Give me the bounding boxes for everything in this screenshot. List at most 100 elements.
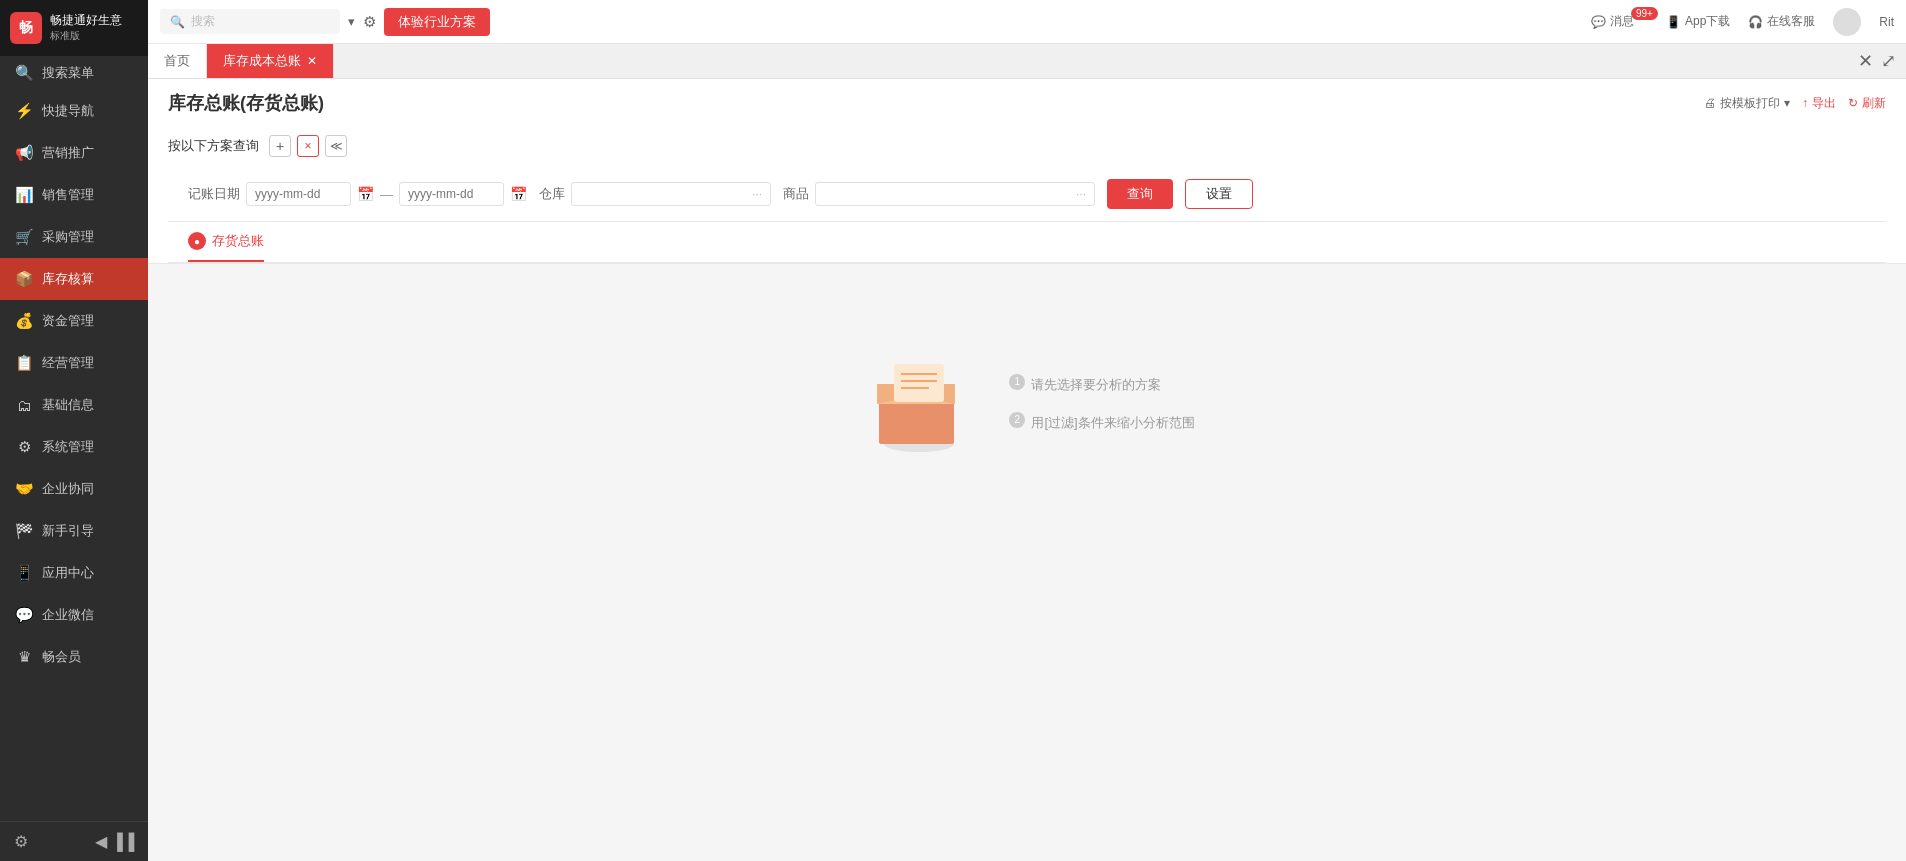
calendar-from-icon[interactable]: 📅	[357, 186, 374, 202]
sidebar-item-guide[interactable]: 🏁 新手引导	[0, 510, 148, 552]
empty-content: 1 请先选择要分析的方案 2 用[过滤]条件来缩小分析范围	[859, 344, 1194, 464]
sub-nav-stock-ledger[interactable]: ● 存货总账	[188, 222, 264, 262]
sidebar-item-marketing[interactable]: 📢 营销推广	[0, 132, 148, 174]
export-icon: ↑	[1802, 96, 1808, 110]
tab-close-icon[interactable]: ✕	[307, 54, 317, 68]
product-select[interactable]: ···	[815, 182, 1095, 206]
sidebar-item-sales[interactable]: 📊 销售管理	[0, 174, 148, 216]
sidebar-item-base[interactable]: 🗂 基础信息	[0, 384, 148, 426]
topbar-dropdown-icon[interactable]: ▾	[348, 14, 355, 29]
warehouse-label: 仓库	[539, 185, 565, 203]
headset-icon: 🎧	[1748, 15, 1763, 29]
sidebar-item-label: 新手引导	[42, 522, 94, 540]
stock-ledger-icon: ●	[188, 232, 206, 250]
warehouse-more-icon[interactable]: ···	[752, 187, 762, 201]
calendar-to-icon[interactable]: 📅	[510, 186, 527, 202]
page-actions: 🖨 按模板打印 ▾ ↑ 导出 ↻ 刷新	[1704, 95, 1886, 112]
refresh-icon: ↻	[1848, 96, 1858, 110]
print-btn[interactable]: 🖨 按模板打印 ▾	[1704, 95, 1790, 112]
date-to-input[interactable]	[399, 182, 504, 206]
sidebar-item-label: 企业微信	[42, 606, 94, 624]
sidebar-item-system[interactable]: ⚙ 系统管理	[0, 426, 148, 468]
sidebar-item-wechat[interactable]: 💬 企业微信	[0, 594, 148, 636]
setting-btn[interactable]: 设置	[1185, 179, 1253, 209]
sidebar-item-label: 经营管理	[42, 354, 94, 372]
tab-inventory-cost-label: 库存成本总账	[223, 52, 301, 70]
sidebar-item-label: 资金管理	[42, 312, 94, 330]
page-header: 库存总账(存货总账) 🖨 按模板打印 ▾ ↑ 导出 ↻ 刷新	[148, 79, 1906, 264]
filter-expand-btn[interactable]: ≪	[325, 135, 347, 157]
close-panel-btn[interactable]: ✕	[1858, 50, 1873, 72]
empty-svg	[859, 344, 979, 464]
warehouse-select[interactable]: ···	[571, 182, 771, 206]
topbar-gear-icon[interactable]: ⚙	[363, 13, 376, 31]
date-filter-field: 记账日期 📅 — 📅	[188, 182, 527, 206]
wechat-icon: 💬	[14, 606, 34, 624]
tabbar: 首页 库存成本总账 ✕ ✕ ⤢	[148, 44, 1906, 79]
export-label: 导出	[1812, 95, 1836, 112]
tip2-num: 2	[1009, 412, 1025, 428]
page-title-row: 库存总账(存货总账) 🖨 按模板打印 ▾ ↑ 导出 ↻ 刷新	[168, 91, 1886, 115]
svg-rect-2	[879, 402, 954, 444]
sidebar-item-quick-nav[interactable]: ⚡ 快捷导航	[0, 90, 148, 132]
print-icon: 🖨	[1704, 96, 1716, 110]
refresh-btn[interactable]: ↻ 刷新	[1848, 95, 1886, 112]
finance-icon: 💰	[14, 312, 34, 330]
message-icon: 💬	[1591, 15, 1606, 29]
app-center-icon: 📱	[14, 564, 34, 582]
filter-label: 按以下方案查询	[168, 137, 259, 155]
guide-icon: 🏁	[14, 522, 34, 540]
vip-icon: ♛	[14, 648, 34, 666]
tab-home[interactable]: 首页	[148, 44, 207, 78]
sidebar-search-label: 搜索菜单	[42, 64, 94, 82]
empty-tips: 1 请先选择要分析的方案 2 用[过滤]条件来缩小分析范围	[1009, 372, 1194, 436]
date-from-input[interactable]	[246, 182, 351, 206]
sidebar-item-label: 采购管理	[42, 228, 94, 246]
sidebar-item-inventory[interactable]: 📦 库存核算	[0, 258, 148, 300]
filter-add-btn[interactable]: +	[269, 135, 291, 157]
tab-home-label: 首页	[164, 52, 190, 70]
sidebar-item-label: 库存核算	[42, 270, 94, 288]
print-dropdown-icon: ▾	[1784, 96, 1790, 110]
product-label: 商品	[783, 185, 809, 203]
query-btn[interactable]: 查询	[1107, 179, 1173, 209]
sidebar-search[interactable]: 🔍 搜索菜单	[0, 56, 148, 90]
sidebar-item-label: 销售管理	[42, 186, 94, 204]
sidebar-item-purchase[interactable]: 🛒 采购管理	[0, 216, 148, 258]
sidebar-item-vip[interactable]: ♛ 畅会员	[0, 636, 148, 678]
sidebar-item-label: 营销推广	[42, 144, 94, 162]
date-label: 记账日期	[188, 185, 240, 203]
topbar-search-icon: 🔍	[170, 15, 185, 29]
sub-nav-label: 存货总账	[212, 232, 264, 250]
online-service-btn[interactable]: 🎧 在线客服	[1748, 13, 1815, 30]
app-download-btn[interactable]: 📱 App下载	[1666, 13, 1730, 30]
export-btn[interactable]: ↑ 导出	[1802, 95, 1836, 112]
topbar-search-placeholder: 搜索	[191, 13, 215, 30]
filter-bar: 按以下方案查询 + × ≪	[168, 125, 1886, 169]
tab-panel-actions: ✕ ⤢	[1848, 50, 1906, 72]
sidebar-item-operation[interactable]: 📋 经营管理	[0, 342, 148, 384]
filter-collapse-btn[interactable]: ×	[297, 135, 319, 157]
industry-btn[interactable]: 体验行业方案	[384, 8, 490, 36]
sidebar-item-corp[interactable]: 🤝 企业协同	[0, 468, 148, 510]
expand-panel-btn[interactable]: ⤢	[1881, 50, 1896, 72]
sidebar-item-finance[interactable]: 💰 资金管理	[0, 300, 148, 342]
product-more-icon[interactable]: ···	[1076, 187, 1086, 201]
sub-nav: ● 存货总账	[168, 222, 1886, 263]
product-filter-field: 商品 ···	[783, 182, 1095, 206]
topbar-search-box[interactable]: 🔍 搜索	[160, 9, 340, 34]
system-icon: ⚙	[14, 438, 34, 456]
avatar	[1833, 8, 1861, 36]
settings-footer-icon[interactable]: ⚙	[14, 832, 28, 851]
search-icon: 🔍	[14, 64, 34, 82]
sidebar-footer: ⚙ ◀ ▐▐	[0, 821, 148, 861]
svg-rect-6	[894, 364, 944, 402]
tab-inventory-cost[interactable]: 库存成本总账 ✕	[207, 44, 334, 78]
purchase-icon: 🛒	[14, 228, 34, 246]
message-btn[interactable]: 💬 消息 99+	[1591, 13, 1648, 30]
operation-icon: 📋	[14, 354, 34, 372]
sidebar-item-app-center[interactable]: 📱 应用中心	[0, 552, 148, 594]
tip1-text: 请先选择要分析的方案	[1031, 372, 1161, 398]
filter-inputs: 记账日期 📅 — 📅 仓库 ···	[188, 179, 1866, 209]
speaker-footer-icon[interactable]: ◀ ▐▐	[95, 832, 134, 851]
